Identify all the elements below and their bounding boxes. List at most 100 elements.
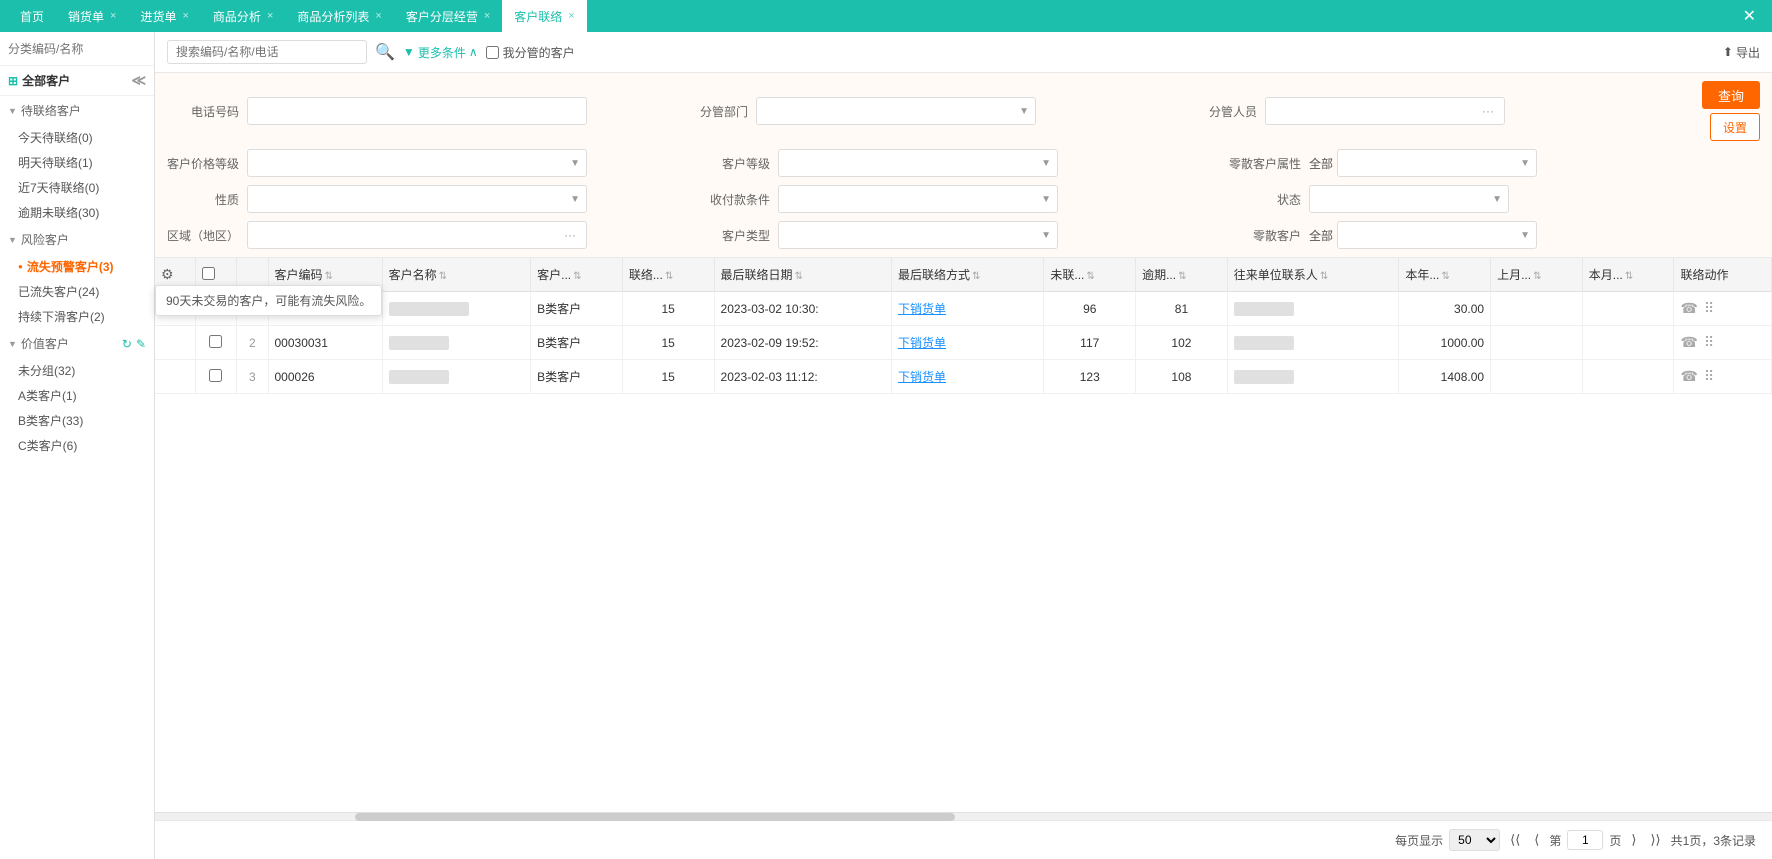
next-page-btn[interactable]: ⟩ [1627, 830, 1640, 850]
sidebar-item-a-class[interactable]: A类客户(1) [0, 383, 154, 408]
sidebar-search-input[interactable] [8, 42, 155, 56]
td-this-year-2: 1408.00 [1399, 360, 1491, 394]
close-sales-tab[interactable]: × [110, 10, 116, 22]
sidebar-item-tomorrow[interactable]: 明天待联络(1) [0, 150, 154, 175]
th-name[interactable]: 客户名称⇅ [382, 258, 531, 292]
nav-tab-customer-layer[interactable]: 客户分层经营 × [394, 0, 502, 32]
th-last-method[interactable]: 最后联络方式⇅ [891, 258, 1043, 292]
export-btn[interactable]: ⬆ 导出 [1723, 44, 1760, 61]
payment-select[interactable]: ▼ [778, 185, 1058, 213]
td-last-method-2[interactable]: 下销货单 [891, 360, 1043, 394]
zero-cust-select[interactable]: ▼ [1337, 221, 1537, 249]
sidebar-item-overdue[interactable]: 逾期未联络(30) [0, 200, 154, 225]
td-last-method-0[interactable]: 下销货单 [891, 292, 1043, 326]
zero-attr-select[interactable]: ▼ [1337, 149, 1537, 177]
phone-input[interactable] [247, 97, 587, 125]
sidebar-item-declining[interactable]: 持续下滑客户(2) [0, 304, 154, 329]
sidebar-item-b-class[interactable]: B类客户(33) [0, 408, 154, 433]
settings-button[interactable]: 设置 [1710, 113, 1760, 141]
my-customers-checkbox[interactable] [486, 46, 499, 59]
action-more-0[interactable]: ⠿ [1704, 300, 1714, 317]
last-method-link-2[interactable]: 下销货单 [898, 370, 946, 384]
nav-tab-sales[interactable]: 销货单 × [56, 0, 128, 32]
search-input[interactable] [167, 40, 367, 64]
close-all-tabs[interactable]: ✕ [1735, 6, 1764, 26]
nav-tab-home[interactable]: 首页 [8, 0, 56, 32]
th-this-month[interactable]: 本月...⇅ [1582, 258, 1674, 292]
action-more-1[interactable]: ⠿ [1704, 334, 1714, 351]
sidebar-item-c-class[interactable]: C类客户(6) [0, 433, 154, 458]
sidebar-collapse-btn[interactable]: ≪ [131, 72, 146, 89]
sidebar-group-value[interactable]: 价值客户 ↻ ✎ [0, 329, 154, 358]
action-contact-1[interactable]: ☎ [1680, 334, 1697, 351]
nav-tab-customer-contact[interactable]: 客户联络 × [502, 0, 586, 32]
td-last-month-0 [1491, 292, 1583, 326]
value-group-refresh[interactable]: ↻ [122, 337, 132, 351]
export-icon: ⬆ [1723, 45, 1733, 59]
page-size-select[interactable]: 50 100 200 [1449, 829, 1500, 851]
sidebar-group-risk[interactable]: 风险客户 [0, 225, 154, 254]
last-page-btn[interactable]: ⟩⟩ [1646, 830, 1664, 850]
sidebar-item-today[interactable]: 今天待联络(0) [0, 125, 154, 150]
close-purchase-tab[interactable]: × [182, 10, 188, 22]
sidebar-item-churn-warning[interactable]: 流失预警客户(3) [0, 254, 154, 279]
nav-tab-purchase[interactable]: 进货单 × [128, 0, 200, 32]
select-all-checkbox[interactable] [202, 267, 215, 280]
sidebar-item-7days[interactable]: 近7天待联络(0) [0, 175, 154, 200]
th-unit-contact[interactable]: 往来单位联系人⇅ [1227, 258, 1399, 292]
cust-level-select[interactable]: ▼ [778, 149, 1058, 177]
close-analysis-list-tab[interactable]: × [375, 10, 381, 22]
scrollbar-thumb[interactable] [355, 813, 955, 821]
status-select[interactable]: ▼ [1309, 185, 1509, 213]
cust-type-select[interactable]: ▼ [778, 221, 1058, 249]
price-level-select[interactable]: ▼ [247, 149, 587, 177]
last-month-sort-icon: ⇅ [1533, 271, 1541, 282]
region-dots[interactable]: ··· [560, 228, 580, 242]
my-customers-checkbox-label[interactable]: 我分管的客户 [486, 44, 575, 61]
action-contact-0[interactable]: ☎ [1680, 300, 1697, 317]
action-more-2[interactable]: ⠿ [1704, 368, 1714, 385]
horizontal-scrollbar[interactable] [155, 812, 1772, 820]
last-method-link-0[interactable]: 下销货单 [898, 302, 946, 316]
nav-tab-analysis[interactable]: 商品分析 × [201, 0, 285, 32]
close-customer-contact-tab[interactable]: × [568, 10, 574, 22]
th-last-date[interactable]: 最后联络日期⇅ [714, 258, 891, 292]
th-contact[interactable]: 联络...⇅ [622, 258, 714, 292]
region-select[interactable]: ··· [247, 221, 587, 249]
th-this-year[interactable]: 本年...⇅ [1399, 258, 1491, 292]
dept-select[interactable]: ▼ [756, 97, 1036, 125]
td-last-method-1[interactable]: 下销货单 [891, 326, 1043, 360]
close-analysis-tab[interactable]: × [267, 10, 273, 22]
nav-tab-analysis-list[interactable]: 商品分析列表 × [285, 0, 393, 32]
first-page-btn[interactable]: ⟨⟨ [1506, 830, 1524, 850]
action-contact-2[interactable]: ☎ [1680, 368, 1697, 385]
close-customer-layer-tab[interactable]: × [484, 10, 490, 22]
more-conditions-btn[interactable]: ▼ 更多条件 ∧ [403, 44, 478, 61]
td-level-2: B类客户 [531, 360, 623, 394]
prev-page-btn[interactable]: ⟨ [1530, 830, 1543, 850]
th-not-contacted[interactable]: 未联...⇅ [1044, 258, 1136, 292]
th-overdue[interactable]: 逾期...⇅ [1136, 258, 1228, 292]
page-number-input[interactable] [1567, 830, 1603, 850]
td-last-month-2 [1491, 360, 1583, 394]
search-icon-button[interactable]: 🔍 [375, 42, 395, 62]
th-level[interactable]: 客户...⇅ [531, 258, 623, 292]
sidebar-all-customers[interactable]: ⊞ 全部客户 ≪ [0, 66, 154, 96]
main-layout: 🔍 ⊞ 全部客户 ≪ 待联络客户 今天待联络(0) 明天待联络(1) 近7天待联… [0, 32, 1772, 859]
sidebar-group-pending[interactable]: 待联络客户 [0, 96, 154, 125]
person-dots[interactable]: ··· [1478, 104, 1498, 118]
row-checkbox-2[interactable] [209, 369, 222, 382]
last-method-sort-icon: ⇅ [972, 271, 980, 282]
value-group-edit[interactable]: ✎ [136, 337, 146, 351]
th-last-month[interactable]: 上月...⇅ [1491, 258, 1583, 292]
td-checkbox-2[interactable] [195, 360, 237, 394]
td-checkbox-1[interactable] [195, 326, 237, 360]
last-method-link-1[interactable]: 下销货单 [898, 336, 946, 350]
query-button[interactable]: 查询 [1702, 81, 1760, 109]
row-checkbox-1[interactable] [209, 335, 222, 348]
person-select[interactable]: ··· [1265, 97, 1505, 125]
sidebar-item-churned[interactable]: 已流失客户(24) [0, 279, 154, 304]
nature-select[interactable]: ▼ [247, 185, 587, 213]
sidebar-item-ungroup[interactable]: 未分组(32) [0, 358, 154, 383]
filter-icon: ▼ [403, 45, 415, 59]
